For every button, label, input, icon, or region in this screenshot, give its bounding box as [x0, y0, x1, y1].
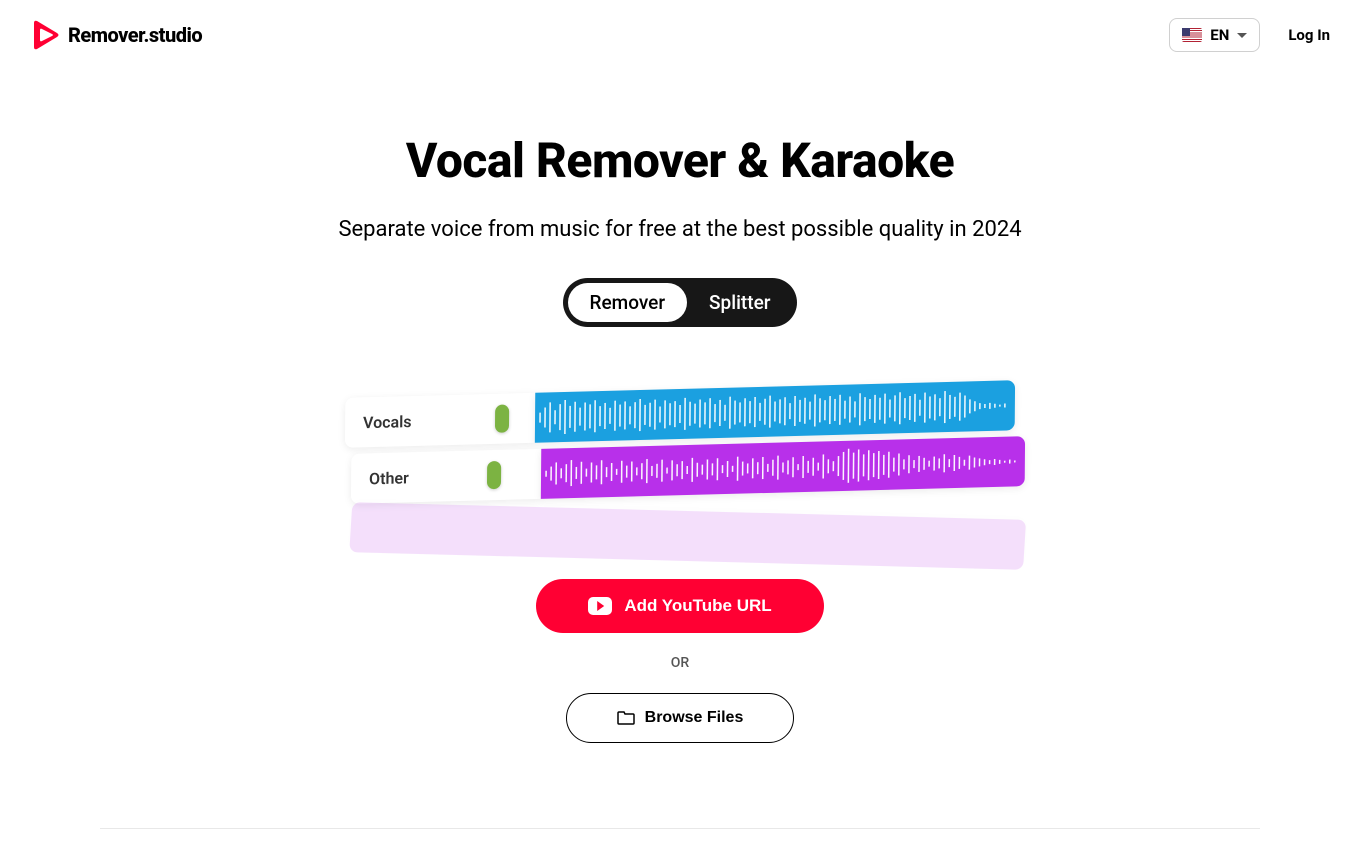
vocals-label: Vocals [363, 412, 412, 432]
mode-toggle: Remover Splitter [563, 278, 798, 327]
other-track: Other [351, 436, 1025, 504]
login-link[interactable]: Log In [1288, 26, 1330, 44]
add-youtube-button[interactable]: Add YouTube URL [536, 579, 823, 633]
logo-icon [30, 20, 60, 50]
page-subtitle: Separate voice from music for free at th… [338, 217, 1021, 242]
browse-button-label: Browse Files [645, 709, 744, 727]
chevron-down-icon [1237, 33, 1247, 38]
or-divider: OR [671, 655, 689, 671]
brand-name: Remover.studio [68, 23, 202, 47]
page-title: Vocal Remover & Karaoke [406, 132, 954, 189]
toggle-remover[interactable]: Remover [568, 283, 688, 322]
reflection [349, 492, 1026, 570]
header-right: EN Log In [1169, 18, 1330, 52]
flag-icon [1182, 28, 1202, 42]
main-content: Vocal Remover & Karaoke Separate voice f… [0, 70, 1360, 743]
youtube-button-label: Add YouTube URL [624, 596, 771, 616]
folder-icon [617, 711, 635, 725]
browse-files-button[interactable]: Browse Files [566, 693, 795, 743]
language-code: EN [1210, 26, 1229, 44]
vocals-waveform [535, 380, 1015, 443]
logo[interactable]: Remover.studio [30, 20, 202, 50]
other-waveform [541, 436, 1025, 499]
vocals-label-box: Vocals [345, 393, 535, 448]
other-slider-knob [487, 461, 501, 489]
header: Remover.studio EN Log In [0, 0, 1360, 70]
vocals-track: Vocals [345, 380, 1015, 448]
youtube-icon [588, 597, 612, 615]
tracks-illustration: Vocals Other [335, 375, 1025, 555]
bottom-divider [100, 828, 1260, 829]
toggle-splitter[interactable]: Splitter [687, 283, 792, 322]
other-label: Other [369, 468, 409, 488]
language-selector[interactable]: EN [1169, 18, 1260, 52]
vocals-slider-knob [495, 404, 509, 432]
